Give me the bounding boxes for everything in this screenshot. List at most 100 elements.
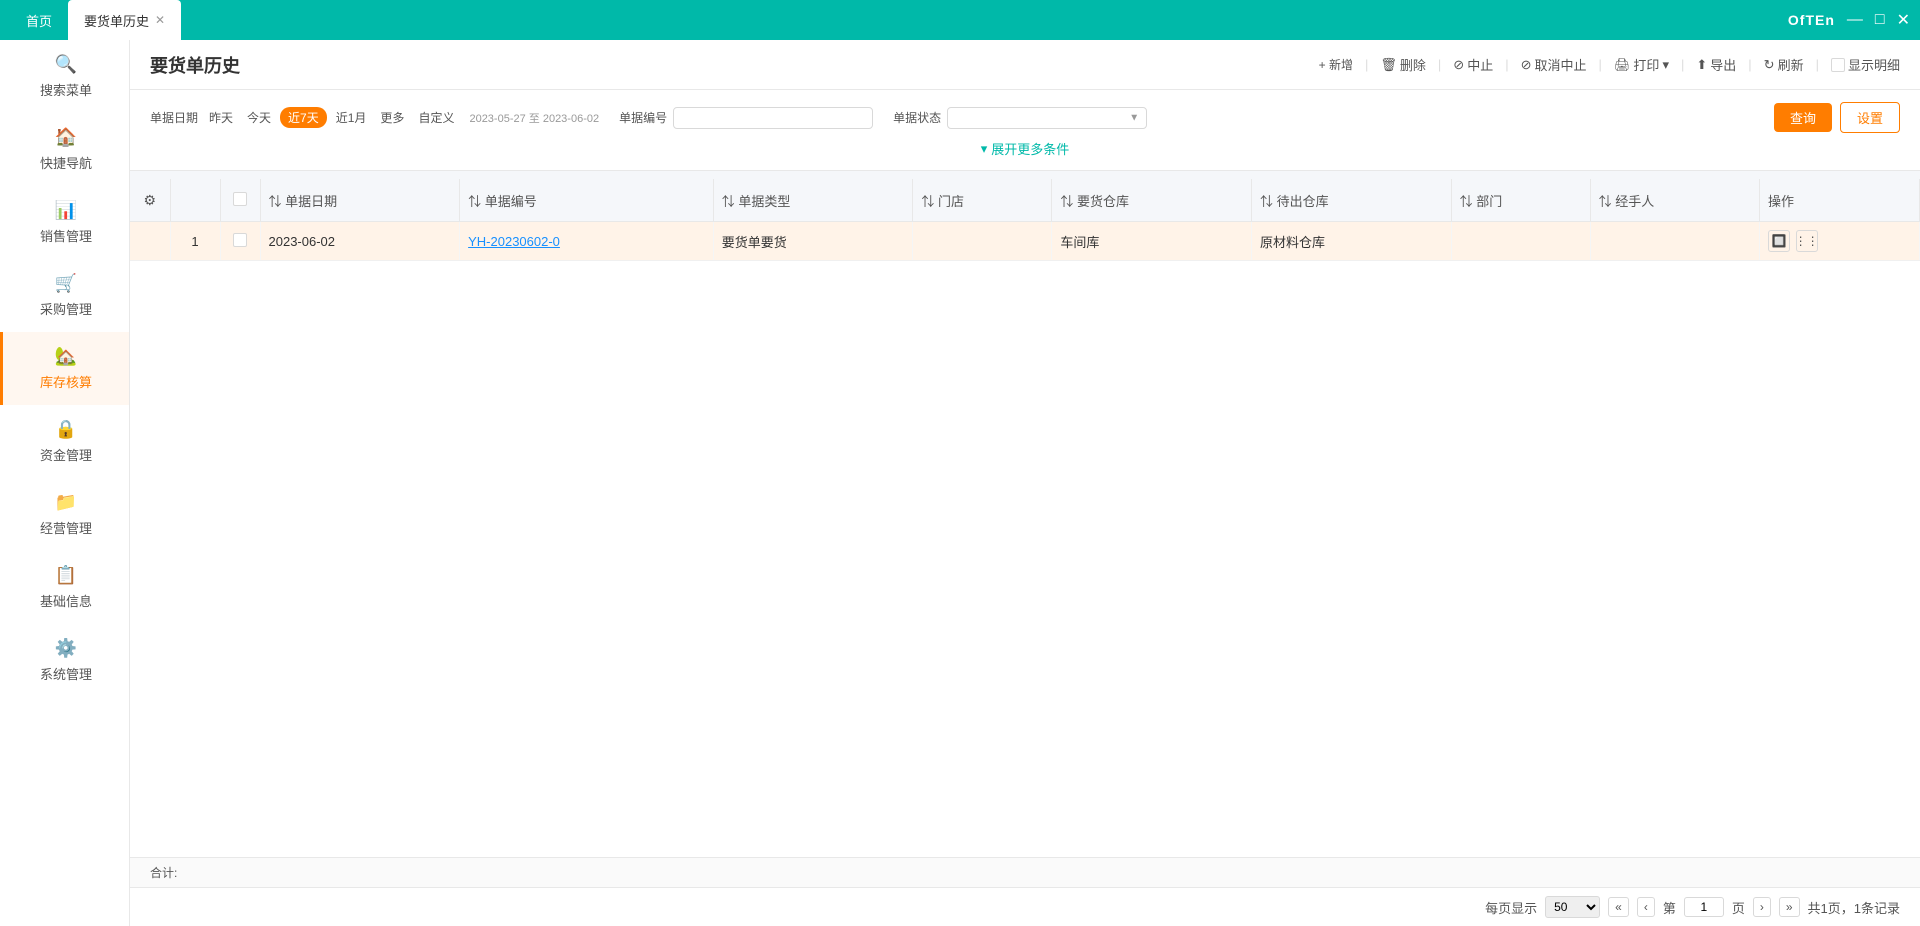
th-pending-warehouse[interactable]: ⇅ 待出仓库: [1252, 179, 1452, 222]
td-check: [220, 222, 260, 261]
stop-icon: ⊘: [1453, 57, 1464, 73]
sidebar-item-system[interactable]: ⚙️ 系统管理: [0, 624, 129, 697]
search-icon: 🔍: [55, 54, 77, 75]
sidebar: 🔍 搜索菜单 🏠 快捷导航 📊 销售管理 🛒 采购管理 🏡 库存核算 🔒 资金管…: [0, 40, 130, 926]
th-req-warehouse[interactable]: ⇅ 要货仓库: [1052, 179, 1252, 222]
stop-label: 中止: [1467, 55, 1493, 74]
tab-home-label: 首页: [26, 11, 52, 30]
per-page-select[interactable]: 50 100 200: [1545, 896, 1600, 918]
table-select-all-checkbox[interactable]: [233, 192, 247, 206]
th-store[interactable]: ⇅ 门店: [913, 179, 1052, 222]
td-store: [913, 222, 1052, 261]
td-doc-no: YH-20230602-0: [460, 222, 714, 261]
td-handler: [1590, 222, 1759, 261]
date-btn-yesterday[interactable]: 昨天: [204, 108, 238, 127]
date-btn-more[interactable]: 更多: [375, 108, 409, 127]
td-department: [1451, 222, 1590, 261]
td-doc-type: 要货单要货: [713, 222, 913, 261]
system-icon: ⚙️: [55, 638, 77, 659]
page-suffix: 页: [1732, 898, 1745, 917]
date-btn-custom[interactable]: 自定义: [413, 108, 459, 127]
display-detail-checkbox[interactable]: [1831, 58, 1845, 72]
delete-button[interactable]: 🗑 删除: [1380, 55, 1426, 74]
prev-page-btn[interactable]: ‹: [1637, 897, 1655, 917]
sidebar-item-basic[interactable]: 📋 基础信息: [0, 551, 129, 624]
cancel-stop-icon: ⊘: [1521, 57, 1532, 73]
top-bar-right: OfTEn — □ ✕: [1788, 10, 1910, 30]
date-btn-7days[interactable]: 近7天: [280, 107, 327, 128]
first-page-btn[interactable]: «: [1608, 897, 1629, 917]
sidebar-item-purchase[interactable]: 🛒 采购管理: [0, 259, 129, 332]
export-label: 导出: [1710, 55, 1736, 74]
tab-yaohuodan[interactable]: 要货单历史 ✕: [68, 0, 181, 40]
doc-number-input[interactable]: [673, 107, 873, 129]
th-doc-no[interactable]: ⇅ 单据编号: [460, 179, 714, 222]
stop-button[interactable]: ⊘ 中止: [1453, 55, 1493, 74]
expand-label: 展开更多条件: [991, 139, 1069, 158]
refresh-icon: ↻: [1764, 57, 1775, 73]
cancel-stop-label: 取消中止: [1535, 55, 1587, 74]
doc-status-label: 单据状态: [893, 109, 941, 126]
print-dropdown-icon[interactable]: ▾: [1662, 57, 1669, 73]
next-page-btn[interactable]: ›: [1753, 897, 1771, 917]
row-view-icon[interactable]: 🔲: [1768, 230, 1790, 252]
doc-no-link[interactable]: YH-20230602-0: [468, 234, 560, 249]
pagination-bar: 每页显示 50 100 200 « ‹ 第 页 › » 共1页，1条记录: [130, 887, 1920, 926]
per-page-label: 每页显示: [1485, 898, 1537, 917]
table-settings-icon[interactable]: ⚙: [139, 189, 161, 211]
tab-yaohuodan-label: 要货单历史: [84, 11, 149, 30]
basic-icon: 📋: [55, 565, 77, 586]
query-button[interactable]: 查询: [1774, 103, 1832, 132]
th-doc-type[interactable]: ⇅ 单据类型: [713, 179, 913, 222]
display-detail-toggle[interactable]: 显示明细: [1831, 55, 1900, 74]
footer-bar: 合计:: [130, 857, 1920, 887]
th-operation: 操作: [1759, 179, 1919, 222]
content-area: 要货单历史 + 新增 | 🗑 删除 | ⊘ 中止 | ⊘ 取消中止 |: [130, 40, 1920, 926]
refresh-button[interactable]: ↻ 刷新: [1764, 55, 1804, 74]
sidebar-item-quicknav[interactable]: 🏠 快捷导航: [0, 113, 129, 186]
td-pending-warehouse: 原材料仓库: [1252, 222, 1452, 261]
purchase-icon: 🛒: [55, 273, 77, 294]
page-title: 要货单历史: [150, 52, 240, 78]
sidebar-item-system-label: 系统管理: [40, 664, 92, 683]
last-page-btn[interactable]: »: [1779, 897, 1800, 917]
th-department[interactable]: ⇅ 部门: [1451, 179, 1590, 222]
row-checkbox[interactable]: [233, 233, 247, 247]
window-close-btn[interactable]: ✕: [1897, 10, 1910, 30]
print-button[interactable]: 🖨 打印 ▾: [1614, 55, 1669, 74]
home-icon: 🏠: [55, 127, 77, 148]
sidebar-item-search[interactable]: 🔍 搜索菜单: [0, 40, 129, 113]
sidebar-item-sales[interactable]: 📊 销售管理: [0, 186, 129, 259]
settings-button[interactable]: 设置: [1840, 102, 1900, 133]
th-date[interactable]: ⇅ 单据日期: [260, 179, 460, 222]
display-detail-label: 显示明细: [1848, 55, 1900, 74]
sidebar-item-inventory[interactable]: 🏡 库存核算: [0, 332, 129, 405]
date-btn-today[interactable]: 今天: [242, 108, 276, 127]
tab-close-icon[interactable]: ✕: [155, 13, 165, 27]
row-more-icon[interactable]: ⋮⋮: [1796, 230, 1818, 252]
new-button[interactable]: + 新增: [1319, 56, 1353, 73]
sidebar-item-operations-label: 经营管理: [40, 518, 92, 537]
sidebar-item-finance[interactable]: 🔒 资金管理: [0, 405, 129, 478]
td-req-warehouse: 车间库: [1052, 222, 1252, 261]
filter-row: 单据日期 昨天 今天 近7天 近1月 更多 自定义 2023-05-27 至 2…: [150, 102, 1900, 133]
page-input[interactable]: [1684, 897, 1724, 917]
window-minimize-btn[interactable]: —: [1847, 11, 1863, 29]
total-label: 共1页，1条记录: [1808, 898, 1900, 917]
cancel-stop-button[interactable]: ⊘ 取消中止: [1521, 55, 1587, 74]
table-header-row: ⚙ ⇅ 单据日期 ⇅ 单据编号 ⇅ 单据类型 ⇅ 门店 ⇅ 要货仓库 ⇅ 待出仓…: [130, 179, 1920, 222]
main-layout: 🔍 搜索菜单 🏠 快捷导航 📊 销售管理 🛒 采购管理 🏡 库存核算 🔒 资金管…: [0, 40, 1920, 926]
date-btn-1month[interactable]: 近1月: [331, 108, 372, 127]
print-label: 打印: [1633, 55, 1659, 74]
export-button[interactable]: ⬆ 导出: [1696, 55, 1736, 74]
sidebar-item-basic-label: 基础信息: [40, 591, 92, 610]
window-maximize-btn[interactable]: □: [1875, 11, 1885, 29]
expand-more-btn[interactable]: ▾ 展开更多条件: [150, 133, 1900, 162]
tab-home[interactable]: 首页: [10, 0, 68, 40]
sidebar-item-operations[interactable]: 📁 经营管理: [0, 478, 129, 551]
page-label: 第: [1663, 898, 1676, 917]
toolbar: + 新增 | 🗑 删除 | ⊘ 中止 | ⊘ 取消中止 | 🖨: [1319, 55, 1900, 74]
expand-icon: ▾: [981, 141, 988, 157]
doc-status-select[interactable]: [947, 107, 1147, 129]
th-handler[interactable]: ⇅ 经手人: [1590, 179, 1759, 222]
